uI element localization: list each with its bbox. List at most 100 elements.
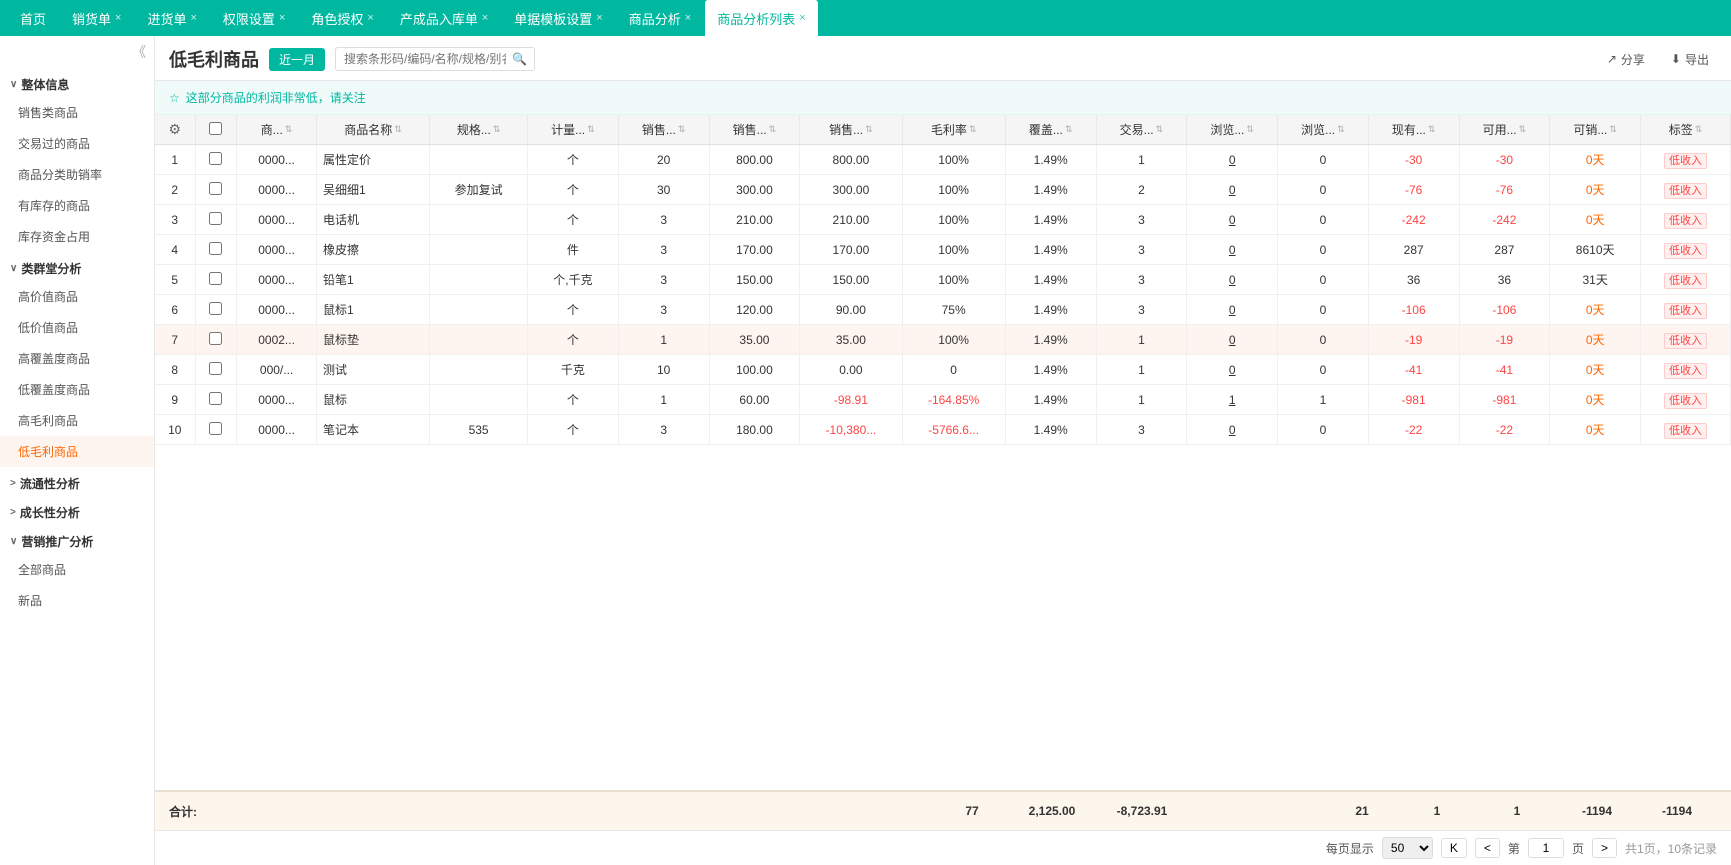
- row-checkbox-input[interactable]: [209, 272, 222, 285]
- sidebar-item-新品[interactable]: 新品: [0, 585, 154, 616]
- col-tag[interactable]: 标签 ⇅: [1641, 115, 1731, 145]
- sidebar-item-全部商品[interactable]: 全部商品: [0, 554, 154, 585]
- sidebar-item-交易过的商品[interactable]: 交易过的商品: [0, 128, 154, 159]
- row-browse1[interactable]: 0: [1187, 265, 1278, 295]
- time-filter-btn[interactable]: 近一月: [269, 48, 325, 71]
- row-checkbox[interactable]: [195, 205, 237, 235]
- col-browse1[interactable]: 浏览... ⇅: [1187, 115, 1278, 145]
- row-checkbox[interactable]: [195, 385, 237, 415]
- first-page-btn[interactable]: K: [1441, 838, 1467, 858]
- nav-item-首页[interactable]: 首页: [8, 0, 58, 36]
- row-browse1[interactable]: 1: [1187, 385, 1278, 415]
- nav-close-icon[interactable]: ×: [367, 12, 373, 24]
- row-checkbox-input[interactable]: [209, 422, 222, 435]
- row-checkbox-input[interactable]: [209, 302, 222, 315]
- row-checkbox[interactable]: [195, 325, 237, 355]
- sidebar-group-类群堂分析[interactable]: ∨ 类群堂分析: [0, 252, 154, 281]
- sidebar-item-高价值商品[interactable]: 高价值商品: [0, 281, 154, 312]
- col-coverage[interactable]: 覆盖... ⇅: [1005, 115, 1096, 145]
- nav-item-角色授权[interactable]: 角色授权 ×: [299, 0, 385, 36]
- sidebar-item-低覆盖度商品[interactable]: 低覆盖度商品: [0, 374, 154, 405]
- row-checkbox-input[interactable]: [209, 242, 222, 255]
- pagination-bar: 每页显示 50 20 100 K < 第 页 > 共1页，10条记录: [155, 830, 1731, 865]
- sidebar-collapse-btn[interactable]: 《: [0, 36, 154, 68]
- row-no: 9: [155, 385, 195, 415]
- tag-label: 低收入: [1664, 213, 1707, 229]
- nav-close-icon[interactable]: ×: [482, 12, 488, 24]
- row-sale-amt: 100.00: [709, 355, 800, 385]
- sidebar-group-成长性分析[interactable]: > 成长性分析: [0, 496, 154, 525]
- col-saleable[interactable]: 可销... ⇅: [1550, 115, 1641, 145]
- nav-item-单据模板设置[interactable]: 单据模板设置 ×: [502, 0, 614, 36]
- row-checkbox-input[interactable]: [209, 212, 222, 225]
- nav-close-icon[interactable]: ×: [190, 12, 196, 24]
- nav-item-销货单[interactable]: 销货单 ×: [60, 0, 133, 36]
- row-code: 0000...: [237, 205, 317, 235]
- page-input[interactable]: [1528, 838, 1564, 858]
- row-browse1[interactable]: 0: [1187, 415, 1278, 445]
- col-unit[interactable]: 计量... ⇅: [528, 115, 619, 145]
- row-checkbox[interactable]: [195, 415, 237, 445]
- sidebar-item-商品分类助销率[interactable]: 商品分类助销率: [0, 159, 154, 190]
- sidebar-item-有库存的商品[interactable]: 有库存的商品: [0, 190, 154, 221]
- row-browse1[interactable]: 0: [1187, 205, 1278, 235]
- export-button[interactable]: ⬇ 导出: [1663, 47, 1717, 72]
- settings-icon[interactable]: ⚙: [168, 121, 181, 137]
- row-checkbox-input[interactable]: [209, 152, 222, 165]
- row-checkbox-input[interactable]: [209, 362, 222, 375]
- col-browse2[interactable]: 浏览... ⇅: [1278, 115, 1369, 145]
- col-trade[interactable]: 交易... ⇅: [1096, 115, 1187, 145]
- sidebar-item-低毛利商品[interactable]: 低毛利商品: [0, 436, 154, 467]
- col-code[interactable]: 商... ⇅: [237, 115, 317, 145]
- row-checkbox[interactable]: [195, 355, 237, 385]
- sidebar-item-高覆盖度商品[interactable]: 高覆盖度商品: [0, 343, 154, 374]
- nav-close-icon[interactable]: ×: [596, 12, 602, 24]
- next-page-btn[interactable]: >: [1592, 838, 1617, 858]
- row-trade: 3: [1096, 265, 1187, 295]
- col-gross-rate[interactable]: 毛利率 ⇅: [902, 115, 1005, 145]
- nav-item-商品分析[interactable]: 商品分析 ×: [617, 0, 703, 36]
- col-spec[interactable]: 规格... ⇅: [430, 115, 528, 145]
- row-browse1[interactable]: 0: [1187, 235, 1278, 265]
- nav-item-产成品入库单[interactable]: 产成品入库单 ×: [388, 0, 500, 36]
- nav-close-icon[interactable]: ×: [115, 12, 121, 24]
- nav-item-权限设置[interactable]: 权限设置 ×: [211, 0, 297, 36]
- col-sale-amt[interactable]: 销售... ⇅: [709, 115, 800, 145]
- row-checkbox[interactable]: [195, 175, 237, 205]
- share-button[interactable]: ↗ 分享: [1599, 47, 1653, 72]
- row-browse1[interactable]: 0: [1187, 175, 1278, 205]
- row-checkbox[interactable]: [195, 145, 237, 175]
- sidebar-group-营销推广分析[interactable]: ∨ 营销推广分析: [0, 525, 154, 554]
- row-browse1[interactable]: 0: [1187, 295, 1278, 325]
- col-current[interactable]: 现有... ⇅: [1368, 115, 1459, 145]
- row-browse1[interactable]: 0: [1187, 325, 1278, 355]
- col-available[interactable]: 可用... ⇅: [1459, 115, 1550, 145]
- row-checkbox-input[interactable]: [209, 392, 222, 405]
- row-no: 3: [155, 205, 195, 235]
- row-checkbox[interactable]: [195, 235, 237, 265]
- row-browse1[interactable]: 0: [1187, 355, 1278, 385]
- page-size-select[interactable]: 50 20 100: [1382, 837, 1433, 859]
- nav-close-icon[interactable]: ×: [685, 12, 691, 24]
- prev-page-btn[interactable]: <: [1475, 838, 1500, 858]
- select-all-checkbox[interactable]: [209, 122, 222, 135]
- row-checkbox[interactable]: [195, 295, 237, 325]
- sidebar-item-库存资金占用[interactable]: 库存资金占用: [0, 221, 154, 252]
- sidebar-group-流通性分析[interactable]: > 流通性分析: [0, 467, 154, 496]
- sidebar-item-销售类商品[interactable]: 销售类商品: [0, 97, 154, 128]
- col-sale-profit[interactable]: 销售... ⇅: [800, 115, 902, 145]
- nav-close-icon[interactable]: ×: [279, 12, 285, 24]
- sidebar-group-整体信息[interactable]: ∨ 整体信息: [0, 68, 154, 97]
- col-name[interactable]: 商品名称 ⇅: [316, 115, 429, 145]
- nav-item-进货单[interactable]: 进货单 ×: [135, 0, 208, 36]
- nav-close-icon[interactable]: ×: [799, 12, 805, 24]
- nav-item-商品分析列表[interactable]: 商品分析列表 ×: [705, 0, 817, 36]
- row-checkbox-input[interactable]: [209, 332, 222, 345]
- sidebar-item-高毛利商品[interactable]: 高毛利商品: [0, 405, 154, 436]
- row-browse1[interactable]: 0: [1187, 145, 1278, 175]
- search-input[interactable]: [335, 47, 535, 71]
- col-sale-qty[interactable]: 销售... ⇅: [618, 115, 709, 145]
- sidebar-item-低价值商品[interactable]: 低价值商品: [0, 312, 154, 343]
- row-checkbox[interactable]: [195, 265, 237, 295]
- row-checkbox-input[interactable]: [209, 182, 222, 195]
